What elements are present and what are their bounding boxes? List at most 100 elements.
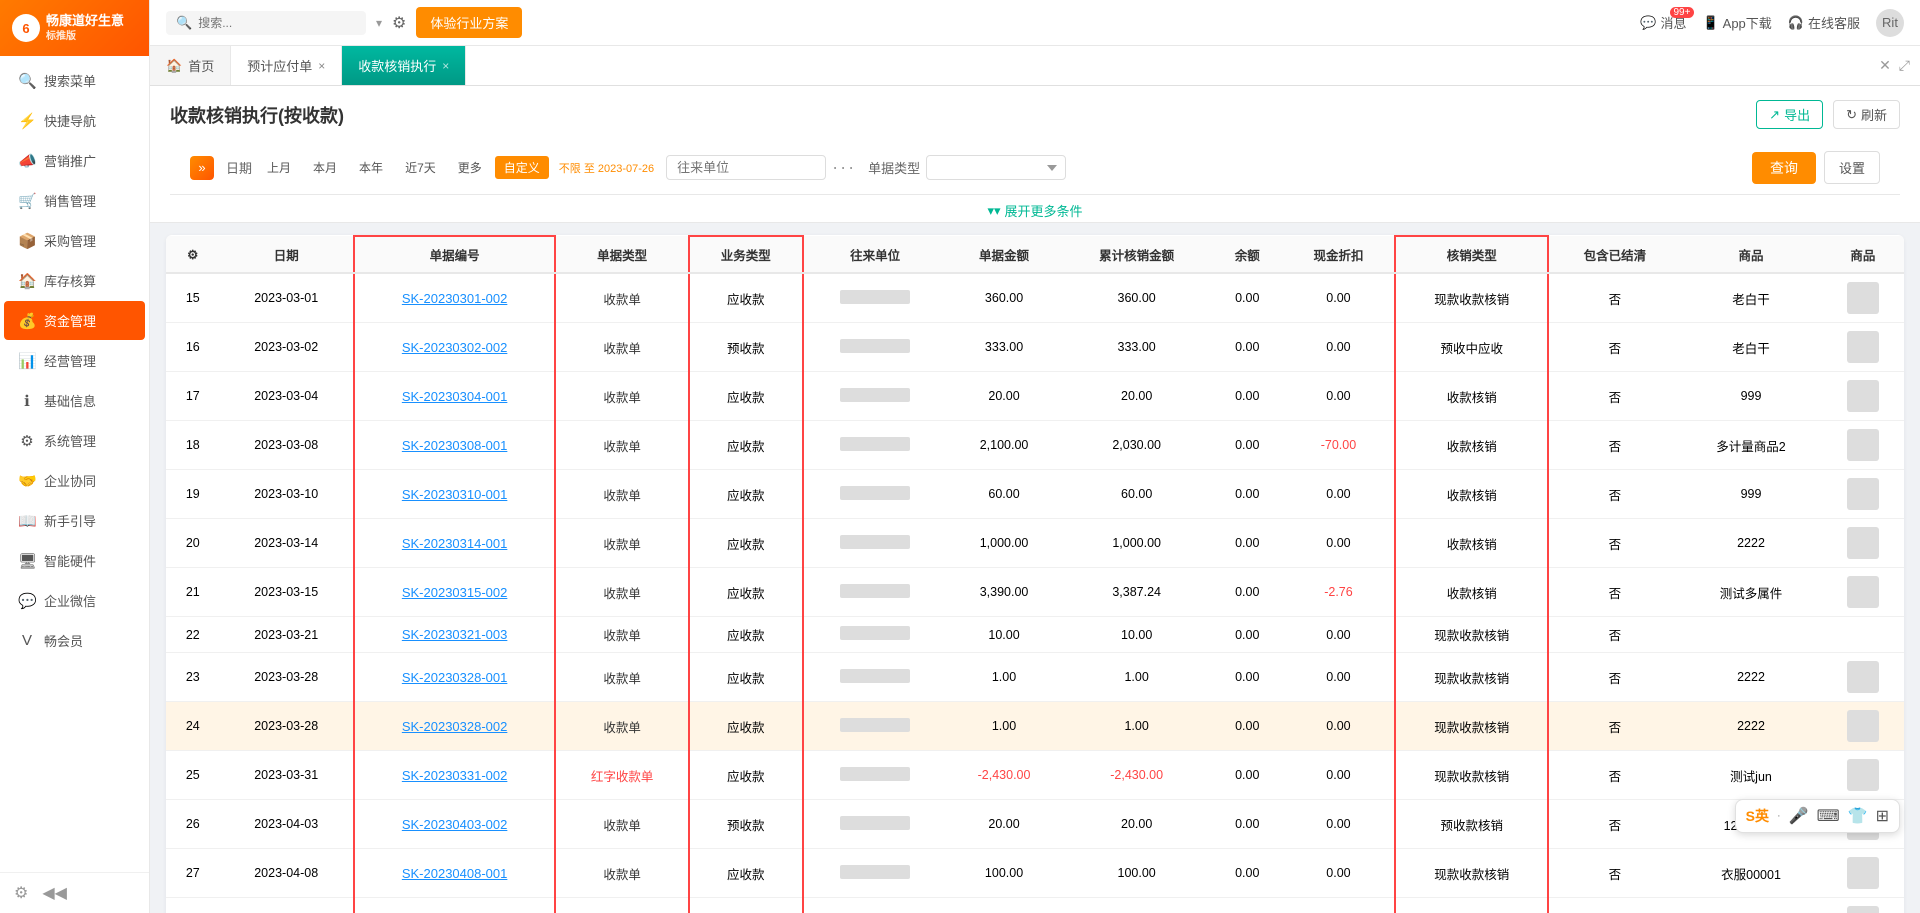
close-tab-icon[interactable]: ✕	[1879, 57, 1891, 74]
cell-counterparty	[803, 898, 947, 913]
expand-more-conditions-button[interactable]: ▾▾ 展开更多条件	[975, 199, 1094, 222]
cell-voucher-type: 收款单	[555, 568, 689, 617]
topbar-chevron-icon[interactable]: ▾	[376, 16, 382, 30]
cell-voucher-no: SK-20230321-003	[354, 617, 556, 653]
voucher-no-link[interactable]: SK-20230408-001	[402, 866, 508, 881]
app-download-button[interactable]: 📱 App下载	[1702, 13, 1771, 32]
sidebar-item-智能硬件[interactable]: 🖥智能硬件	[4, 541, 145, 580]
refresh-button[interactable]: ↻ 刷新	[1833, 100, 1900, 129]
cell-seq: 21	[166, 568, 220, 617]
floating-grid-icon[interactable]: ⊞	[1876, 806, 1889, 826]
sidebar-item-畅会员[interactable]: V畅会员	[4, 621, 145, 660]
sidebar-item-基础信息[interactable]: ℹ 基础信息	[4, 381, 145, 420]
cell-biz-type: 应收款	[689, 702, 803, 751]
goods-thumbnail	[1847, 282, 1879, 314]
sidebar-item-快捷导航[interactable]: ⚡快捷导航	[4, 101, 145, 140]
sidebar-item-企业协同[interactable]: 🤝企业协同	[4, 461, 145, 500]
cell-verified-amount: 1.00	[1062, 702, 1212, 751]
expand-tab-icon[interactable]: ⤢	[1899, 57, 1910, 74]
tab-home[interactable]: 🏠 首页	[150, 46, 231, 85]
cell-biz-type: 应收款	[689, 519, 803, 568]
user-avatar[interactable]: Rit	[1876, 9, 1904, 37]
cell-goods-img	[1822, 898, 1904, 913]
online-service-button[interactable]: 🎧 在线客服	[1788, 13, 1860, 32]
sidebar-item-搜索菜单[interactable]: 🔍搜索菜单	[4, 61, 145, 100]
sidebar-item-资金管理[interactable]: 💰资金管理	[4, 301, 145, 340]
collapse-icon[interactable]: ◀◀	[42, 883, 67, 903]
cell-seq: 24	[166, 702, 220, 751]
floating-shirt-icon[interactable]: 👕	[1848, 806, 1868, 826]
export-button[interactable]: ↗ 导出	[1756, 100, 1823, 129]
voucher-no-link[interactable]: SK-20230310-001	[402, 487, 508, 502]
settings-icon[interactable]: ⚙	[14, 883, 28, 903]
filter-actions: 查询 设置	[1752, 151, 1880, 184]
floating-mic-icon[interactable]: 🎤	[1789, 806, 1809, 826]
sidebar-label-8: 基础信息	[44, 391, 96, 410]
topbar-gear-icon[interactable]: ⚙	[392, 13, 406, 33]
sidebar-icon-8: ℹ	[18, 392, 36, 410]
voucher-no-link[interactable]: SK-20230314-001	[402, 536, 508, 551]
sidebar-item-系统管理[interactable]: ⚙系统管理	[4, 421, 145, 460]
voucher-no-link[interactable]: SK-20230302-002	[402, 340, 508, 355]
sidebar-item-经营管理[interactable]: 📊经营管理	[4, 341, 145, 380]
tab-prepaid-close-icon[interactable]: ×	[318, 59, 325, 73]
sidebar-label-3: 销售管理	[44, 191, 96, 210]
voucher-no-link[interactable]: SK-20230301-002	[402, 291, 508, 306]
voucher-no-link[interactable]: SK-20230328-002	[402, 719, 508, 734]
cell-verify-type: 收款核销	[1395, 470, 1548, 519]
voucher-no-link[interactable]: SK-20230321-003	[402, 627, 508, 642]
cell-verify-type: 预收款核销	[1395, 800, 1548, 849]
cell-voucher-type: 收款单	[555, 323, 689, 372]
cell-include-settled: 否	[1548, 702, 1680, 751]
filter-this-year-btn[interactable]: 本年	[350, 156, 392, 179]
filter-last-month-btn[interactable]: 上月	[258, 156, 300, 179]
cell-amount: 10.00	[947, 617, 1062, 653]
voucher-no-link[interactable]: SK-20230328-001	[402, 670, 508, 685]
cell-biz-type: 应收款	[689, 898, 803, 913]
cell-cash-discount: 0.00	[1283, 898, 1395, 913]
counterparty-input[interactable]	[666, 155, 826, 180]
voucher-no-link[interactable]: SK-20230331-002	[402, 768, 508, 783]
voucher-no-link[interactable]: SK-20230304-001	[402, 389, 508, 404]
filter-more-date-btn[interactable]: 更多	[449, 156, 491, 179]
query-button[interactable]: 查询	[1752, 152, 1816, 184]
table-row: 24 2023-03-28 SK-20230328-002 收款单 应收款 1.…	[166, 702, 1904, 751]
sidebar-item-库存核算[interactable]: 🏠库存核算	[4, 261, 145, 300]
filter-this-month-btn[interactable]: 本月	[304, 156, 346, 179]
export-icon: ↗	[1769, 107, 1780, 123]
tab-receipt-close-icon[interactable]: ×	[442, 59, 449, 73]
filter-dots[interactable]: ···	[832, 157, 856, 178]
cell-verify-type: 现款收款核销	[1395, 653, 1548, 702]
sidebar-item-营销推广[interactable]: 📣营销推广	[4, 141, 145, 180]
sidebar-item-销售管理[interactable]: 🛒销售管理	[4, 181, 145, 220]
floating-keyboard-icon[interactable]: ⌨	[1817, 806, 1840, 826]
voucher-no-link[interactable]: SK-20230315-002	[402, 585, 508, 600]
goods-thumbnail	[1847, 478, 1879, 510]
industry-solution-button[interactable]: 体验行业方案	[416, 7, 522, 38]
messages-button[interactable]: 💬 消息 99+	[1640, 13, 1686, 32]
filter-settings-button[interactable]: 设置	[1824, 151, 1880, 184]
cell-verify-type: 预收中应收	[1395, 323, 1548, 372]
tab-receipt-verification[interactable]: 收款核销执行 ×	[342, 46, 466, 85]
filter-custom-btn[interactable]: 自定义	[495, 156, 549, 179]
filter-expand-button[interactable]: »	[190, 156, 214, 180]
cell-cash-discount: 0.00	[1283, 702, 1395, 751]
sidebar-item-采购管理[interactable]: 📦采购管理	[4, 221, 145, 260]
cell-seq: 18	[166, 421, 220, 470]
goods-thumbnail	[1847, 857, 1879, 889]
cell-seq: 17	[166, 372, 220, 421]
filter-7days-btn[interactable]: 近7天	[396, 156, 445, 179]
voucher-type-select[interactable]	[926, 155, 1066, 180]
sidebar-item-企业微信[interactable]: 💬企业微信	[4, 581, 145, 620]
cell-goods-img	[1822, 372, 1904, 421]
cell-voucher-type: 红字收款单	[555, 751, 689, 800]
sidebar-item-新手引导[interactable]: 📖新手引导	[4, 501, 145, 540]
sidebar-icon-12: 🖥	[18, 552, 36, 570]
cell-date: 2023-04-08	[220, 849, 354, 898]
topbar-search[interactable]: 🔍	[166, 11, 366, 35]
tab-prepaid-payables[interactable]: 预计应付单 ×	[231, 46, 342, 85]
cell-goods: 2222	[1680, 898, 1821, 913]
voucher-no-link[interactable]: SK-20230403-002	[402, 817, 508, 832]
voucher-no-link[interactable]: SK-20230308-001	[402, 438, 508, 453]
search-input[interactable]	[198, 16, 356, 30]
